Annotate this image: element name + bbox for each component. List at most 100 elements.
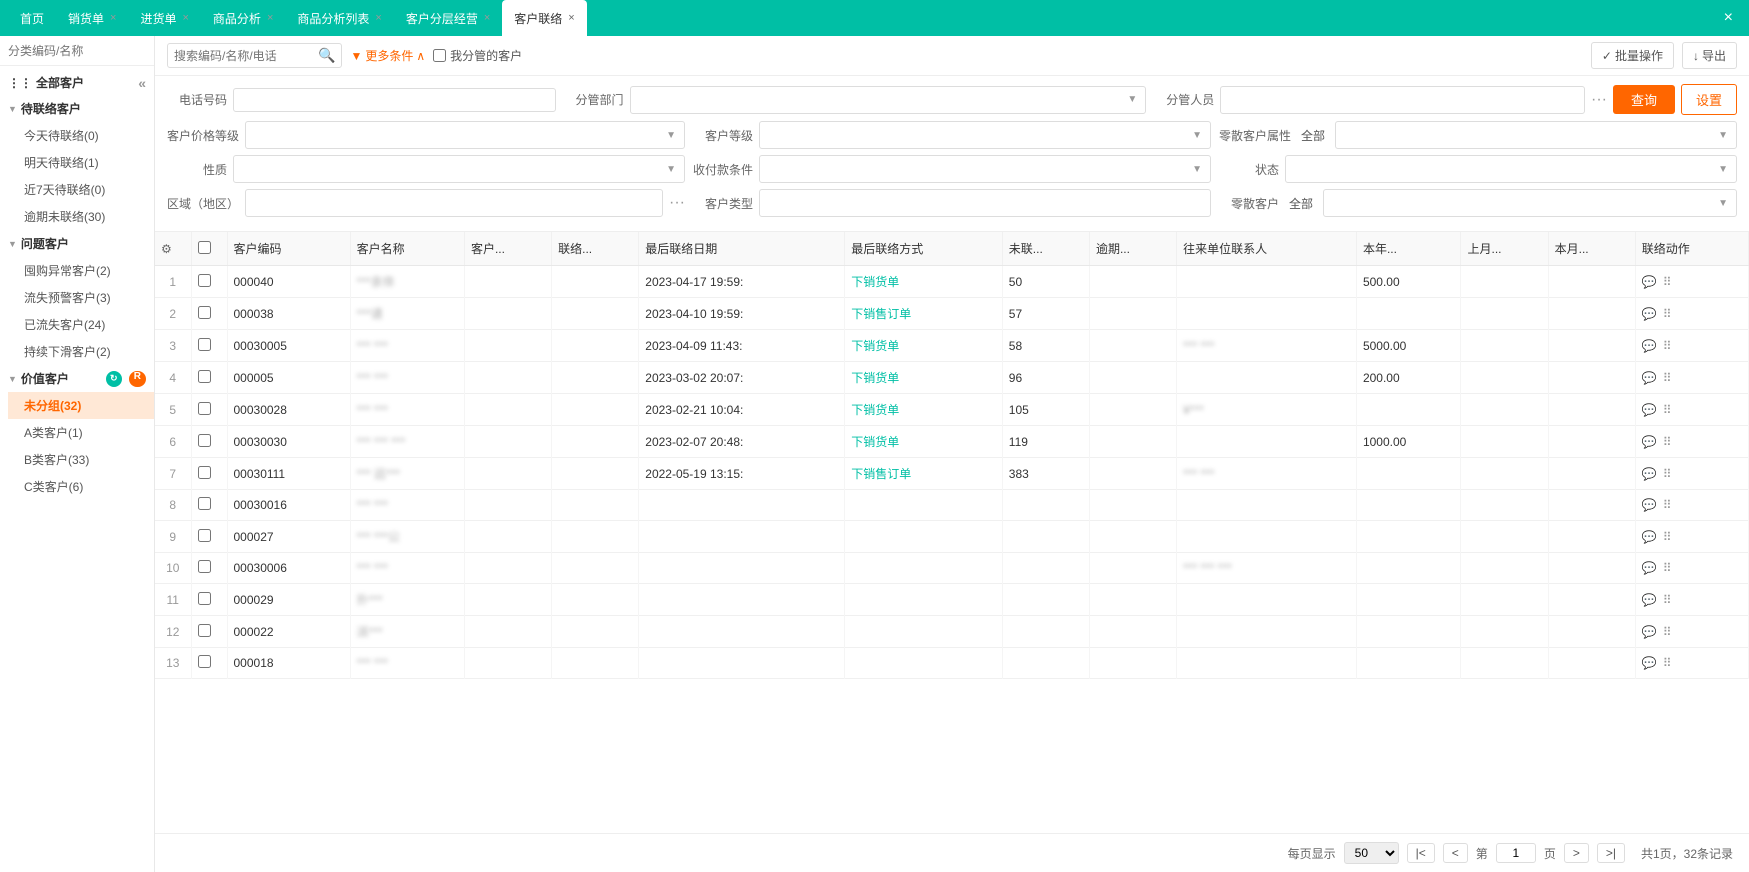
close-icon[interactable]: × [267, 12, 273, 24]
nature-select[interactable]: ▼ [233, 155, 685, 183]
more-action-icon[interactable]: ⠿ [1663, 435, 1672, 449]
more-action-icon[interactable]: ⠿ [1663, 530, 1672, 544]
more-action-icon[interactable]: ⠿ [1663, 371, 1672, 385]
close-icon[interactable]: × [182, 12, 188, 24]
row-checkbox[interactable] [191, 330, 227, 362]
col-last-date[interactable]: 最后联络日期 [639, 232, 845, 266]
row-select-checkbox[interactable] [198, 529, 211, 542]
first-page-btn[interactable]: |< [1407, 843, 1435, 863]
contact-method-link[interactable]: 下销货单 [851, 435, 899, 449]
row-checkbox[interactable] [191, 394, 227, 426]
more-action-icon[interactable]: ⠿ [1663, 656, 1672, 670]
col-last-month[interactable]: 上月... [1461, 232, 1548, 266]
more-action-icon[interactable]: ⠿ [1663, 498, 1672, 512]
sidebar-item-today[interactable]: 今天待联络(0) [8, 122, 154, 149]
dept-select[interactable]: ▼ [630, 86, 1147, 114]
sidebar-item-tomorrow[interactable]: 明天待联络(1) [8, 149, 154, 176]
contact-action-icon[interactable]: 💬 [1642, 467, 1657, 481]
tab-sales-order[interactable]: 销货单 × [56, 0, 128, 36]
sidebar-item-overdue[interactable]: 逾期未联络(30) [8, 203, 154, 230]
close-icon[interactable]: × [375, 12, 381, 24]
customer-name[interactable]: 扑*** [350, 584, 464, 616]
col-overdue[interactable]: 逾期... [1089, 232, 1176, 266]
category-search-input[interactable] [8, 44, 155, 58]
page-number-input[interactable] [1496, 843, 1536, 863]
row-select-checkbox[interactable] [198, 592, 211, 605]
row-select-checkbox[interactable] [198, 370, 211, 383]
close-icon[interactable]: × [110, 12, 116, 24]
row-checkbox[interactable] [191, 458, 227, 490]
customer-name[interactable]: *** *** [350, 553, 464, 584]
contact-action-icon[interactable]: 💬 [1642, 625, 1657, 639]
row-checkbox[interactable] [191, 362, 227, 394]
tab-customer-tiered[interactable]: 客户分层经营 × [394, 0, 502, 36]
contact-method-link[interactable]: 下销货单 [851, 371, 899, 385]
customer-name[interactable]: *** *** [350, 394, 464, 426]
customer-name[interactable]: *** *** [350, 490, 464, 521]
customer-name[interactable]: ***亲仹 [350, 266, 464, 298]
pending-contact-group[interactable]: ▼ 待联络客户 [0, 95, 154, 122]
row-select-checkbox[interactable] [198, 338, 211, 351]
retail-attr-select[interactable]: ▼ [1335, 121, 1737, 149]
customer-name[interactable]: *** ***公 [350, 521, 464, 553]
row-checkbox[interactable] [191, 553, 227, 584]
tab-home[interactable]: 首页 [8, 0, 56, 36]
last-contact-method[interactable] [845, 616, 1003, 648]
last-contact-method[interactable]: 下销货单 [845, 394, 1003, 426]
customer-type-select[interactable] [759, 189, 1211, 217]
last-contact-method[interactable] [845, 490, 1003, 521]
col-this-year[interactable]: 本年... [1356, 232, 1461, 266]
row-select-checkbox[interactable] [198, 274, 211, 287]
refresh-icon[interactable]: ↻ [106, 371, 122, 387]
last-contact-method[interactable] [845, 584, 1003, 616]
status-select[interactable]: ▼ [1285, 155, 1737, 183]
next-page-btn[interactable]: > [1564, 843, 1589, 863]
row-checkbox[interactable] [191, 648, 227, 679]
contact-action-icon[interactable]: 💬 [1642, 498, 1657, 512]
last-contact-method[interactable]: 下销货单 [845, 362, 1003, 394]
contact-action-icon[interactable]: 💬 [1642, 561, 1657, 575]
tab-customer-contact[interactable]: 客户联络 × [502, 0, 586, 36]
collapse-icon[interactable]: « [138, 75, 146, 91]
contact-method-link[interactable]: 下销货单 [851, 275, 899, 289]
row-select-checkbox[interactable] [198, 560, 211, 573]
row-checkbox[interactable] [191, 584, 227, 616]
more-icon[interactable]: ··· [1591, 91, 1607, 109]
more-conditions-btn[interactable]: ▼ 更多条件 ∧ [350, 47, 425, 64]
more-action-icon[interactable]: ⠿ [1663, 307, 1672, 321]
row-checkbox[interactable] [191, 266, 227, 298]
customer-name[interactable]: ***请 [350, 298, 464, 330]
last-contact-method[interactable] [845, 553, 1003, 584]
row-checkbox[interactable] [191, 521, 227, 553]
row-select-checkbox[interactable] [198, 466, 211, 479]
search-icon[interactable]: 🔍 [318, 47, 335, 64]
sidebar-item-declining[interactable]: 持续下滑客户(2) [8, 338, 154, 365]
sidebar-item-7days[interactable]: 近7天待联络(0) [8, 176, 154, 203]
last-contact-method[interactable]: 下销货单 [845, 426, 1003, 458]
contact-method-link[interactable]: 下销货单 [851, 403, 899, 417]
last-contact-method[interactable]: 下销售订单 [845, 458, 1003, 490]
more-icon[interactable]: ··· [669, 194, 685, 212]
customer-name[interactable]: *** 远*** [350, 458, 464, 490]
row-checkbox[interactable] [191, 426, 227, 458]
main-search-input[interactable] [174, 49, 314, 63]
contact-action-icon[interactable]: 💬 [1642, 593, 1657, 607]
sidebar-item-churn-warning[interactable]: 流失预警客户(3) [8, 284, 154, 311]
all-customers-header[interactable]: ⋮⋮全部客户 « [0, 66, 154, 95]
more-action-icon[interactable]: ⠿ [1663, 593, 1672, 607]
my-customers-checkbox[interactable]: 我分管的客户 [433, 47, 522, 64]
row-checkbox[interactable] [191, 298, 227, 330]
last-contact-method[interactable]: 下销货单 [845, 266, 1003, 298]
contact-action-icon[interactable]: 💬 [1642, 435, 1657, 449]
col-name[interactable]: 客户名称 [350, 232, 464, 266]
row-select-checkbox[interactable] [198, 497, 211, 510]
last-contact-method[interactable] [845, 648, 1003, 679]
contact-method-link[interactable]: 下销货单 [851, 339, 899, 353]
sidebar-item-a-class[interactable]: A类客户(1) [8, 419, 154, 446]
row-select-checkbox[interactable] [198, 306, 211, 319]
sidebar-item-ungrouped[interactable]: 未分组(32) [8, 392, 154, 419]
more-action-icon[interactable]: ⠿ [1663, 275, 1672, 289]
contact-action-icon[interactable]: 💬 [1642, 530, 1657, 544]
person-select[interactable] [1220, 86, 1585, 114]
contact-method-link[interactable]: 下销售订单 [851, 467, 911, 481]
